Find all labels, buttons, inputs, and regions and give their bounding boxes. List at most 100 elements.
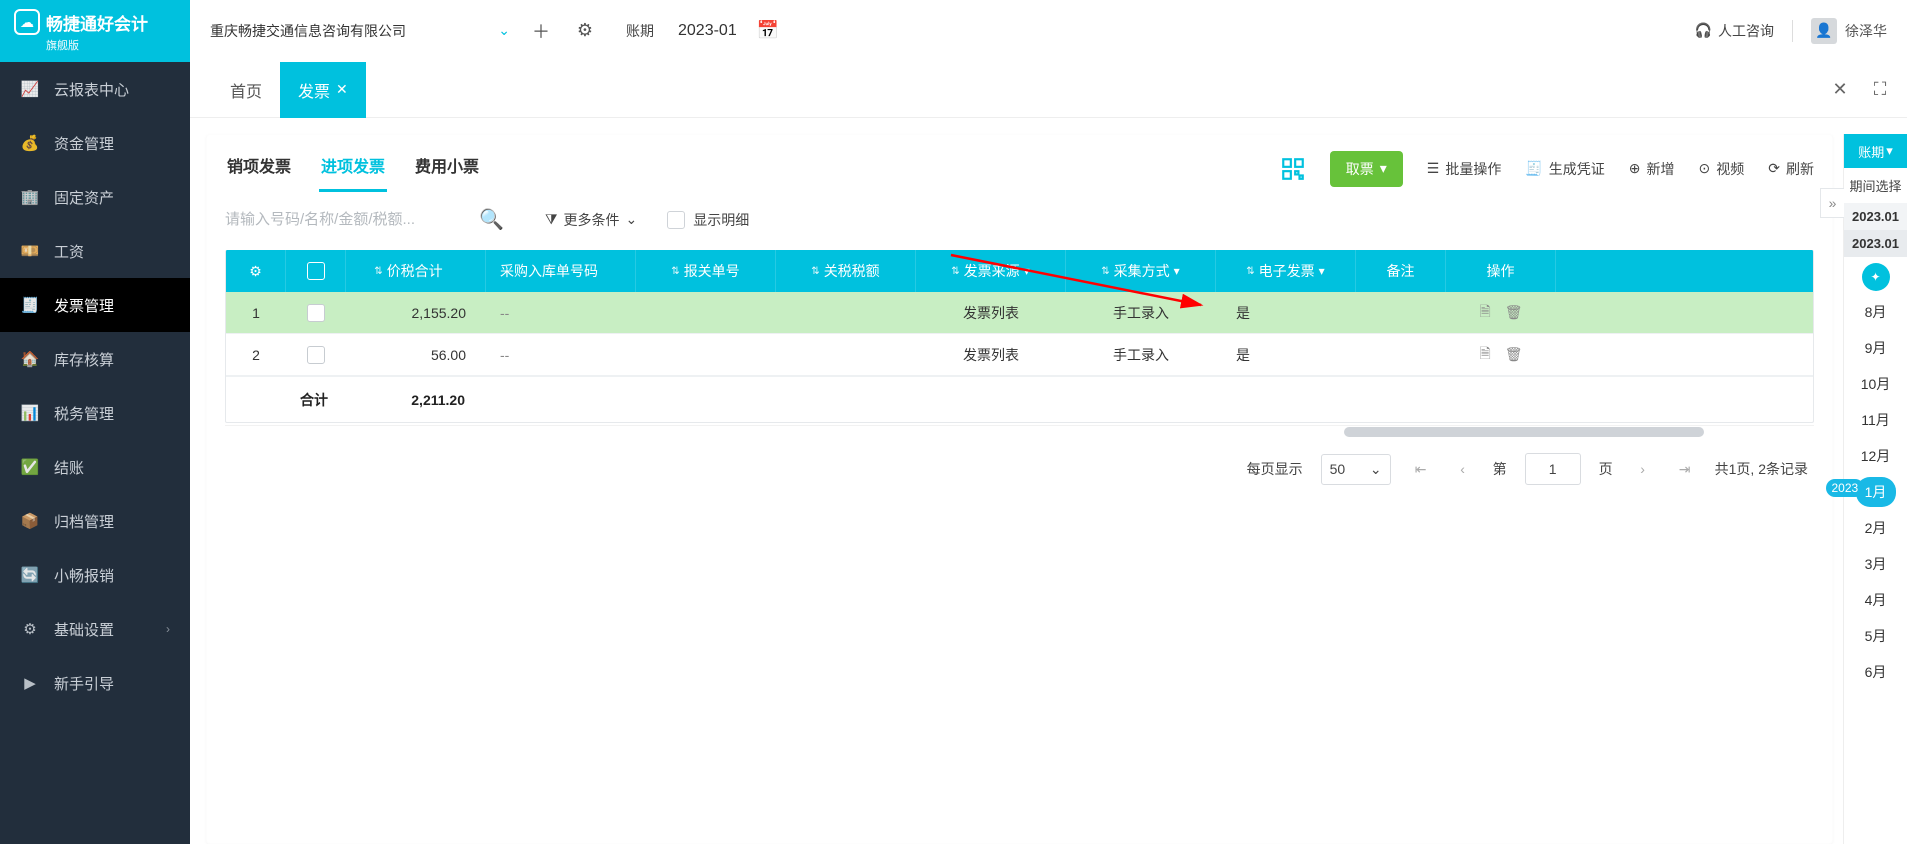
- chevron-right-icon: ›: [166, 622, 170, 636]
- search-input[interactable]: [225, 211, 465, 228]
- delete-icon[interactable]: 🗑: [1505, 346, 1523, 363]
- col-method[interactable]: ⇅采集方式▾: [1066, 250, 1216, 292]
- page-tab[interactable]: 发票✕: [280, 62, 366, 118]
- subtab[interactable]: 进项发票: [319, 145, 387, 192]
- document-icon: 🧾: [1525, 160, 1542, 177]
- period-month[interactable]: 10月: [1844, 369, 1907, 399]
- close-icon[interactable]: ✕: [336, 81, 348, 98]
- period-month[interactable]: 1月2023: [1856, 477, 1896, 507]
- support-button[interactable]: 🎧 人工咨询: [1695, 21, 1774, 41]
- sidebar-item-salary[interactable]: 💴工资: [0, 224, 190, 278]
- period-month[interactable]: 11月: [1844, 405, 1907, 435]
- period-month[interactable]: 3月: [1844, 549, 1907, 579]
- period-month[interactable]: 2月: [1844, 513, 1907, 543]
- period-year-option[interactable]: 2023.01: [1844, 203, 1907, 230]
- period-month[interactable]: 4月: [1844, 585, 1907, 615]
- page-first-button[interactable]: ⇤: [1409, 457, 1433, 481]
- sidebar-item-stock[interactable]: 🏠库存核算: [0, 332, 190, 386]
- checkbox-icon: [667, 211, 685, 229]
- period-month[interactable]: 8月: [1844, 297, 1907, 327]
- add-button[interactable]: ⊕新增: [1629, 159, 1675, 179]
- sidebar-item-chart[interactable]: 📈云报表中心: [0, 62, 190, 116]
- settings-icon: ⚙: [20, 619, 40, 639]
- chart-icon: 📈: [20, 79, 40, 99]
- archive-icon: 📦: [20, 511, 40, 531]
- company-name: 重庆畅捷交通信息咨询有限公司: [210, 21, 406, 41]
- period-month[interactable]: 6月: [1844, 657, 1907, 687]
- sidebar-item-reimburse[interactable]: 🔄 小畅报销: [0, 548, 190, 602]
- col-einvoice[interactable]: ⇅电子发票▾: [1216, 250, 1356, 292]
- sidebar-item-asset[interactable]: 🏢固定资产: [0, 170, 190, 224]
- fullscreen-icon[interactable]: ⛶: [1867, 77, 1893, 103]
- company-select[interactable]: 重庆畅捷交通信息咨询有限公司 ⌄: [210, 21, 510, 41]
- sidebar-item-close[interactable]: ✅结账: [0, 440, 190, 494]
- sidebar-item-money[interactable]: 💰资金管理: [0, 116, 190, 170]
- reimburse-icon: 🔄: [20, 565, 40, 585]
- page-prev-button[interactable]: ‹: [1451, 457, 1475, 481]
- period-value[interactable]: 2023-01: [678, 22, 737, 40]
- per-page-select[interactable]: 50⌄: [1321, 454, 1391, 485]
- col-customs[interactable]: ⇅报关单号: [636, 250, 776, 292]
- col-amount[interactable]: ⇅价税合计: [346, 250, 486, 292]
- delete-icon[interactable]: 🗑: [1505, 304, 1523, 321]
- refresh-button[interactable]: ⟳刷新: [1768, 159, 1814, 179]
- table-row[interactable]: 2 56.00 -- 发票列表 手工录入 是 🗎 🗑: [226, 334, 1813, 376]
- page-next-button[interactable]: ›: [1631, 457, 1655, 481]
- pagination: 每页显示 50⌄ ⇤ ‹ 第 1 页 › ⇥ 共1页, 2条记录: [207, 439, 1832, 485]
- show-detail-toggle[interactable]: 显示明细: [667, 210, 749, 230]
- view-icon[interactable]: 🗎: [1479, 343, 1490, 367]
- gen-voucher-button[interactable]: 🧾生成凭证: [1525, 159, 1604, 179]
- sidebar-item-guide[interactable]: ▶新手引导: [0, 656, 190, 710]
- video-button[interactable]: ⊙视频: [1699, 159, 1745, 179]
- sidebar-item-label: 税务管理: [54, 403, 114, 424]
- refresh-icon: ⟳: [1768, 160, 1780, 177]
- search-icon[interactable]: 🔍: [479, 207, 504, 232]
- select-all[interactable]: [286, 250, 346, 292]
- filter-icon: ▾: [1174, 264, 1180, 278]
- add-icon[interactable]: ＋: [528, 18, 554, 44]
- chevron-down-icon: ⌄: [626, 211, 638, 228]
- brand-logo: ☁ 畅捷通好会计 旗舰版: [0, 0, 190, 62]
- table-row[interactable]: 1 2,155.20 -- 发票列表 手工录入 是 🗎 🗑: [226, 292, 1813, 334]
- play-circle-icon: ⊙: [1699, 160, 1711, 177]
- col-source[interactable]: ⇅发票来源▾: [916, 250, 1066, 292]
- chevron-down-icon: ⌄: [1370, 461, 1382, 478]
- cloud-icon: ☁: [14, 9, 40, 35]
- gear-icon[interactable]: ⚙: [572, 18, 598, 44]
- period-month[interactable]: 9月: [1844, 333, 1907, 363]
- period-tab-button[interactable]: 账期▾: [1844, 134, 1907, 168]
- period-year-option[interactable]: 2023.01: [1844, 230, 1907, 257]
- chevron-down-icon: ▾: [1886, 143, 1893, 159]
- scroll-top-icon[interactable]: ✦: [1862, 263, 1890, 291]
- sidebar-item-archive[interactable]: 📦归档管理: [0, 494, 190, 548]
- view-icon[interactable]: 🗎: [1479, 301, 1490, 325]
- sidebar-item-tax[interactable]: 📊税务管理: [0, 386, 190, 440]
- qr-icon[interactable]: [1280, 156, 1306, 182]
- column-settings[interactable]: ⚙: [226, 250, 286, 292]
- sidebar-item-invoice[interactable]: 🧾发票管理: [0, 278, 190, 332]
- calendar-icon[interactable]: 📅: [755, 18, 781, 44]
- more-conditions-button[interactable]: ⧩ 更多条件 ⌄: [545, 210, 637, 230]
- col-tariff[interactable]: ⇅关税税额: [776, 250, 916, 292]
- horizontal-scrollbar[interactable]: [225, 423, 1814, 439]
- period-month[interactable]: 12月: [1844, 441, 1907, 471]
- page-tab[interactable]: 首页: [212, 62, 280, 118]
- filter-icon: ▾: [1319, 264, 1325, 278]
- subtab[interactable]: 销项发票: [225, 145, 293, 192]
- collapse-panel-icon[interactable]: »: [1820, 188, 1844, 218]
- page-last-button[interactable]: ⇥: [1673, 457, 1697, 481]
- subtab[interactable]: 费用小票: [413, 145, 481, 192]
- fetch-button[interactable]: 取票 ▾: [1330, 151, 1403, 187]
- sidebar-item-label: 结账: [54, 457, 84, 478]
- col-note: 备注: [1356, 250, 1446, 292]
- batch-button[interactable]: ☰批量操作: [1427, 159, 1502, 179]
- period-month[interactable]: 5月: [1844, 621, 1907, 651]
- close-all-icon[interactable]: ✕: [1827, 77, 1853, 103]
- sidebar-item-label: 工资: [54, 241, 84, 262]
- user-chip[interactable]: 👤 徐泽华: [1811, 18, 1887, 44]
- sidebar-item-settings[interactable]: ⚙基础设置›: [0, 602, 190, 656]
- col-inbound[interactable]: 采购入库单号码: [486, 250, 636, 292]
- period-label: 账期: [626, 21, 654, 41]
- sidebar-item-label: 小畅报销: [54, 565, 114, 586]
- page-number-input[interactable]: 1: [1525, 453, 1581, 485]
